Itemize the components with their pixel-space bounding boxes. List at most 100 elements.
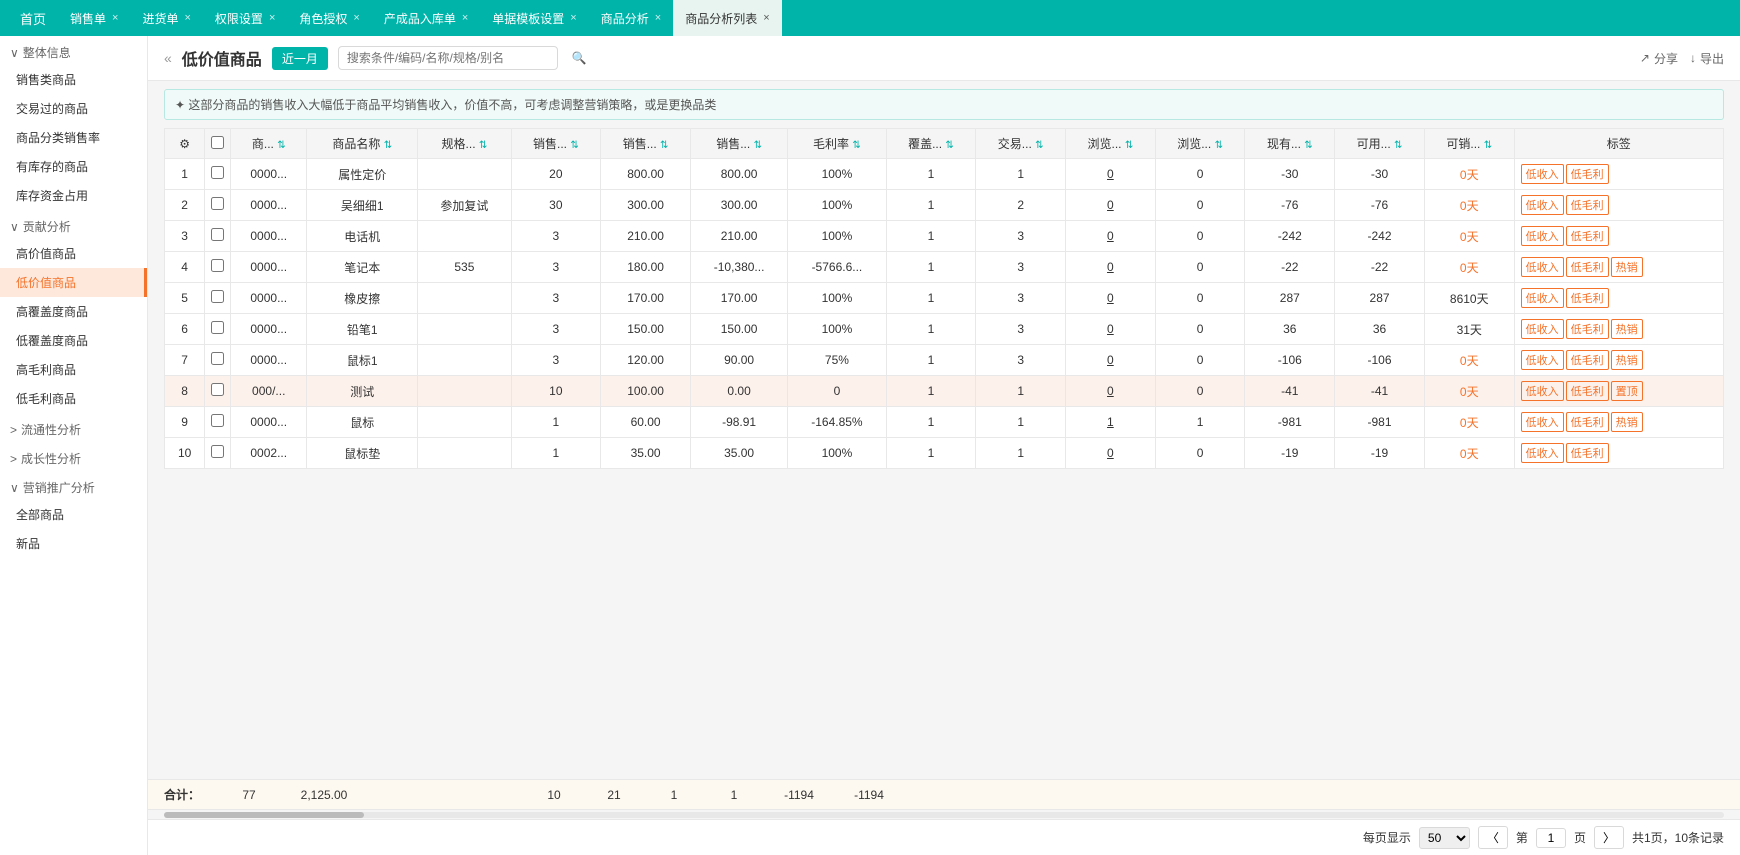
close-sales-order[interactable]: × xyxy=(112,12,118,24)
scrollbar-track[interactable] xyxy=(164,812,1724,818)
nav-purchase[interactable]: 进货单 × xyxy=(130,0,202,36)
row-name[interactable]: 属性定价 xyxy=(307,159,418,190)
row-browse1[interactable]: 0 xyxy=(1066,159,1156,190)
nav-home[interactable]: 首页 xyxy=(8,0,58,36)
nav-sales-order[interactable]: 销售单 × xyxy=(58,0,130,36)
trade-col-header[interactable]: 交易... ⇅ xyxy=(976,129,1066,159)
sidebar-item-high-margin[interactable]: 高毛利商品 xyxy=(0,355,147,384)
margin-col-header[interactable]: 毛利率 ⇅ xyxy=(788,129,886,159)
sidebar-collapse-btn[interactable]: « xyxy=(164,50,172,66)
sales-qty-col-header[interactable]: 销售... ⇅ xyxy=(511,129,601,159)
available-col-header[interactable]: 可用... ⇅ xyxy=(1335,129,1425,159)
sales-price-col-header[interactable]: 销售... ⇅ xyxy=(601,129,691,159)
row-checkbox[interactable] xyxy=(211,290,224,303)
per-page-select[interactable]: 50 100 200 xyxy=(1419,827,1470,849)
sidebar-group-overall[interactable]: ∨ 整体信息 xyxy=(0,36,147,65)
row-browse1[interactable]: 0 xyxy=(1066,190,1156,221)
next-page-btn[interactable]: 〉 xyxy=(1594,826,1624,849)
sidebar-item-stock-products[interactable]: 有库存的商品 xyxy=(0,152,147,181)
select-all-checkbox[interactable] xyxy=(211,136,224,149)
name-col-header[interactable]: 商品名称 ⇅ xyxy=(307,129,418,159)
row-browse1[interactable]: 0 xyxy=(1066,376,1156,407)
sidebar-item-category-rate[interactable]: 商品分类销售率 xyxy=(0,123,147,152)
sidebar-item-sales-products[interactable]: 销售类商品 xyxy=(0,65,147,94)
row-checkbox[interactable] xyxy=(211,352,224,365)
row-name[interactable]: 吴细细1 xyxy=(307,190,418,221)
sidebar-item-high-coverage[interactable]: 高覆盖度商品 xyxy=(0,297,147,326)
page-number-input[interactable] xyxy=(1536,828,1566,848)
sidebar-group-marketing[interactable]: ∨ 营销推广分析 xyxy=(0,471,147,500)
sidebar-group-contribution[interactable]: ∨ 贡献分析 xyxy=(0,210,147,239)
close-product-analysis-list[interactable]: × xyxy=(763,12,769,24)
nav-product-analysis[interactable]: 商品分析 × xyxy=(589,0,673,36)
row-checkbox[interactable] xyxy=(211,414,224,427)
row-checkbox[interactable] xyxy=(211,383,224,396)
close-purchase[interactable]: × xyxy=(184,12,190,24)
spec-col-header[interactable]: 规格... ⇅ xyxy=(418,129,511,159)
nav-product-analysis-list[interactable]: 商品分析列表 × xyxy=(673,0,781,36)
sidebar-item-new-products[interactable]: 新品 xyxy=(0,529,147,558)
horizontal-scrollbar[interactable] xyxy=(148,809,1740,819)
row-name[interactable]: 铅笔1 xyxy=(307,314,418,345)
browse1-col-header[interactable]: 浏览... ⇅ xyxy=(1066,129,1156,159)
row-checkbox[interactable] xyxy=(211,259,224,272)
close-product-warehouse[interactable]: × xyxy=(462,12,468,24)
sidebar-item-stock-capital[interactable]: 库存资金占用 xyxy=(0,181,147,210)
nav-role-auth[interactable]: 角色授权 × xyxy=(287,0,371,36)
row-name[interactable]: 鼠标 xyxy=(307,407,418,438)
row-name[interactable]: 鼠标1 xyxy=(307,345,418,376)
sidebar-item-low-value[interactable]: 低价值商品 xyxy=(0,268,147,297)
nav-product-warehouse[interactable]: 产成品入库单 × xyxy=(372,0,480,36)
sidebar-group-growth[interactable]: > 成长性分析 xyxy=(0,442,147,471)
row-current-stock: -41 xyxy=(1245,376,1335,407)
current-stock-col-header[interactable]: 现有... ⇅ xyxy=(1245,129,1335,159)
scrollbar-thumb[interactable] xyxy=(164,812,364,818)
nav-template-settings[interactable]: 单据模板设置 × xyxy=(480,0,588,36)
sidebar-item-low-coverage[interactable]: 低覆盖度商品 xyxy=(0,326,147,355)
prev-page-btn[interactable]: 〈 xyxy=(1478,826,1508,849)
sidebar-item-traded-products[interactable]: 交易过的商品 xyxy=(0,94,147,123)
row-checkbox[interactable] xyxy=(211,197,224,210)
code-col-header[interactable]: 商... ⇅ xyxy=(231,129,307,159)
coverage-col-header[interactable]: 覆盖... ⇅ xyxy=(886,129,976,159)
row-name[interactable]: 笔记本 xyxy=(307,252,418,283)
row-margin: 100% xyxy=(788,314,886,345)
row-browse1[interactable]: 0 xyxy=(1066,438,1156,469)
browse2-col-header[interactable]: 浏览... ⇅ xyxy=(1155,129,1245,159)
sales-profit-col-header[interactable]: 销售... ⇅ xyxy=(690,129,787,159)
time-filter-btn[interactable]: 近一月 xyxy=(272,47,328,70)
search-input[interactable] xyxy=(338,46,558,70)
sellable-col-header[interactable]: 可销... ⇅ xyxy=(1424,129,1514,159)
row-browse1[interactable]: 0 xyxy=(1066,221,1156,252)
search-icon[interactable]: 🔍 xyxy=(572,51,587,65)
close-role-auth[interactable]: × xyxy=(353,12,359,24)
row-browse1[interactable]: 0 xyxy=(1066,345,1156,376)
nav-permission[interactable]: 权限设置 × xyxy=(203,0,287,36)
close-permission[interactable]: × xyxy=(269,12,275,24)
row-checkbox[interactable] xyxy=(211,228,224,241)
row-available: -106 xyxy=(1335,345,1425,376)
row-name[interactable]: 鼠标垫 xyxy=(307,438,418,469)
sidebar-item-high-value[interactable]: 高价值商品 xyxy=(0,239,147,268)
footer-summary: 合计： 77 2,125.00 10 21 1 1 -1194 -1194 xyxy=(148,779,1740,809)
row-checkbox[interactable] xyxy=(211,321,224,334)
row-name[interactable]: 测试 xyxy=(307,376,418,407)
sidebar-item-low-margin[interactable]: 低毛利商品 xyxy=(0,384,147,413)
row-name[interactable]: 电话机 xyxy=(307,221,418,252)
row-browse1[interactable]: 0 xyxy=(1066,252,1156,283)
sidebar-item-all-products[interactable]: 全部商品 xyxy=(0,500,147,529)
close-template[interactable]: × xyxy=(570,12,576,24)
table-area[interactable]: ⚙ 商... ⇅ 商品名称 ⇅ 规格... ⇅ 销售... ⇅ 销售... ⇅ … xyxy=(148,128,1740,779)
checkbox-col-header[interactable] xyxy=(205,129,231,159)
row-name[interactable]: 橡皮擦 xyxy=(307,283,418,314)
row-browse1[interactable]: 1 xyxy=(1066,407,1156,438)
settings-col-header[interactable]: ⚙ xyxy=(165,129,205,159)
row-checkbox[interactable] xyxy=(211,166,224,179)
close-product-analysis[interactable]: × xyxy=(655,12,661,24)
export-btn[interactable]: ↓ 导出 xyxy=(1690,50,1724,67)
row-browse1[interactable]: 0 xyxy=(1066,283,1156,314)
share-btn[interactable]: ↗ 分享 xyxy=(1640,50,1678,67)
row-checkbox[interactable] xyxy=(211,445,224,458)
sidebar-group-circulation[interactable]: > 流通性分析 xyxy=(0,413,147,442)
row-browse1[interactable]: 0 xyxy=(1066,314,1156,345)
